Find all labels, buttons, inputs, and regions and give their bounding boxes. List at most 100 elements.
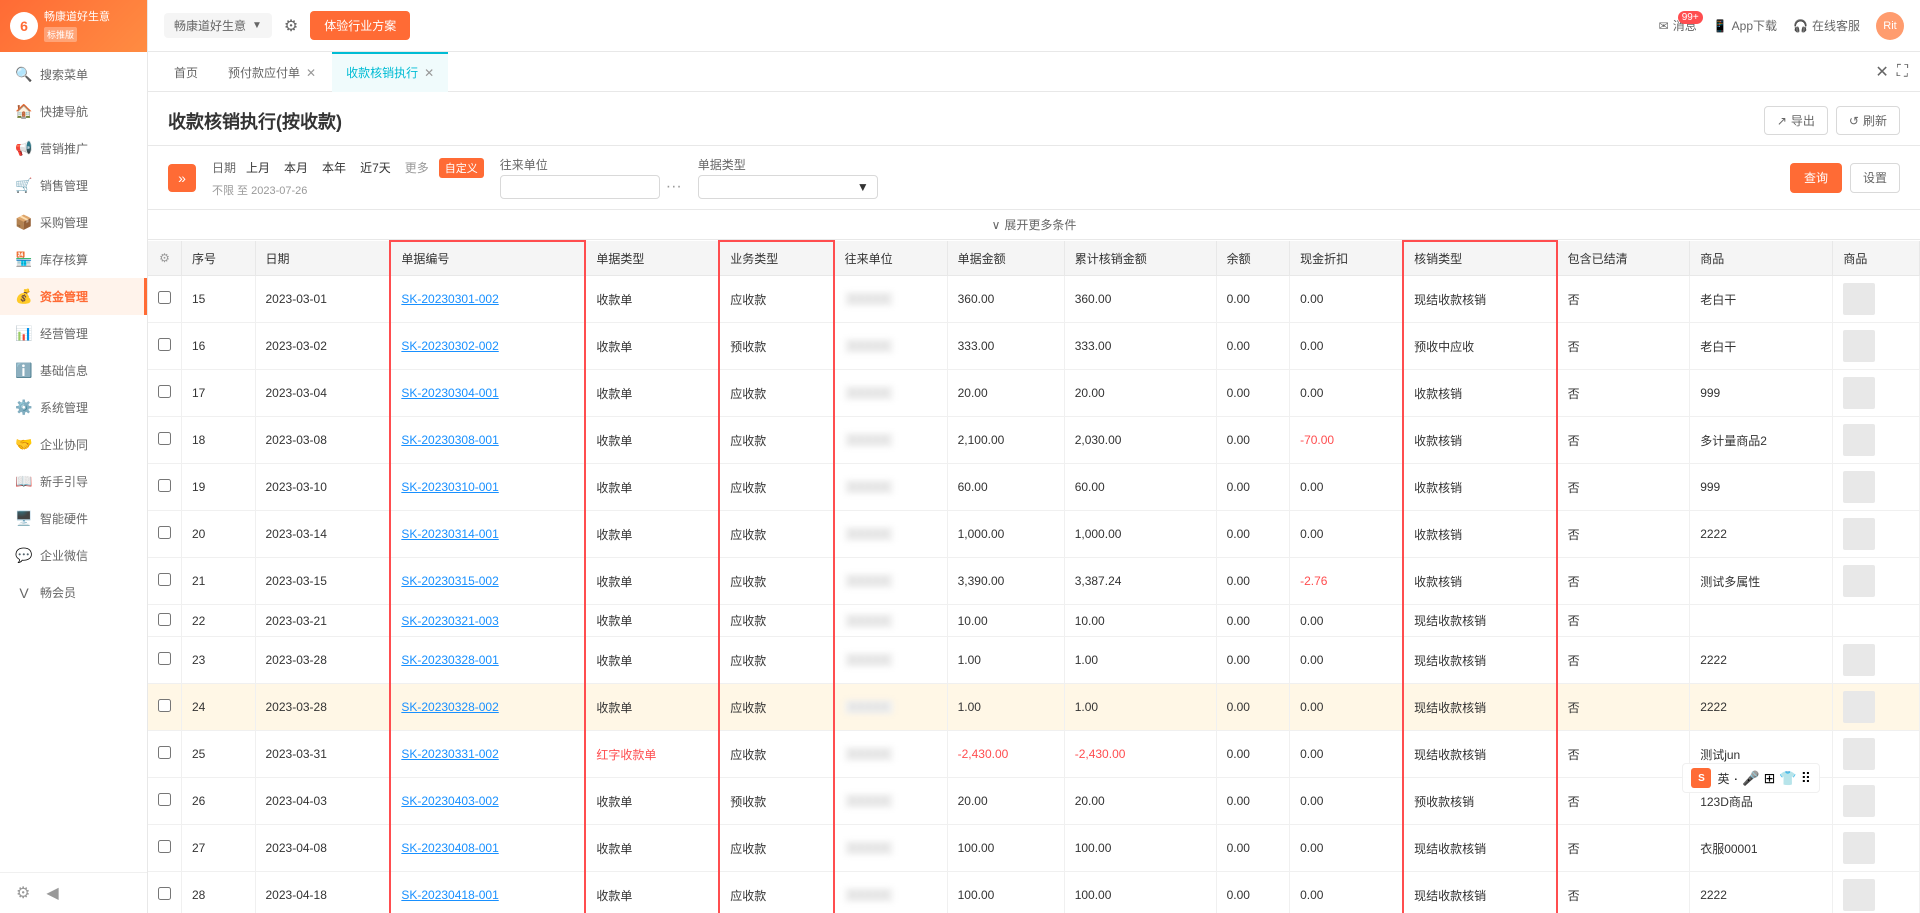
row-checkbox[interactable] bbox=[158, 526, 171, 539]
cell-checkbox[interactable] bbox=[148, 464, 182, 511]
topbar-gear-icon[interactable]: ⚙ bbox=[284, 16, 298, 36]
cell-checkbox[interactable] bbox=[148, 511, 182, 558]
row-checkbox[interactable] bbox=[158, 432, 171, 445]
partner-value: XXXXX bbox=[845, 888, 893, 902]
doc-no-link[interactable]: SK-20230331-002 bbox=[401, 747, 498, 761]
tab-collection[interactable]: 收款核销执行 ✕ bbox=[332, 52, 448, 92]
tab-home[interactable]: 首页 bbox=[160, 52, 212, 92]
cell-cancel-type: 现结收款核销 bbox=[1403, 872, 1557, 913]
partner-input[interactable] bbox=[500, 175, 660, 199]
doc-no-link[interactable]: SK-20230321-003 bbox=[401, 614, 498, 628]
sidebar-item-system[interactable]: ⚙️ 系统管理 bbox=[0, 389, 147, 426]
date-this-month[interactable]: 本月 bbox=[280, 157, 312, 178]
partner-dots[interactable]: ··· bbox=[666, 178, 682, 196]
fullscreen-icon[interactable]: ⛶ bbox=[1897, 63, 1908, 81]
doc-no-link[interactable]: SK-20230403-002 bbox=[401, 794, 498, 808]
close-all-tabs-icon[interactable]: ✕ bbox=[1875, 62, 1888, 82]
cell-checkbox[interactable] bbox=[148, 872, 182, 913]
sidebar-item-finance[interactable]: 💰 资金管理 bbox=[0, 278, 147, 315]
row-checkbox[interactable] bbox=[158, 793, 171, 806]
col-header-biz-type: 业务类型 bbox=[719, 241, 833, 276]
cell-checkbox[interactable] bbox=[148, 417, 182, 464]
refresh-button[interactable]: ↺ 刷新 bbox=[1836, 106, 1900, 135]
row-checkbox[interactable] bbox=[158, 652, 171, 665]
cell-checkbox[interactable] bbox=[148, 825, 182, 872]
online-service-button[interactable]: 🎧 在线客服 bbox=[1793, 17, 1860, 34]
doc-no-link[interactable]: SK-20230310-001 bbox=[401, 480, 498, 494]
date-7days[interactable]: 近7天 bbox=[356, 157, 395, 178]
solution-button[interactable]: 体验行业方案 bbox=[310, 11, 410, 40]
row-checkbox[interactable] bbox=[158, 385, 171, 398]
company-selector[interactable]: 畅康道好生意 ▼ bbox=[164, 13, 272, 38]
sidebar-item-search[interactable]: 🔍 搜索菜单 bbox=[0, 56, 147, 93]
doc-no-link[interactable]: SK-20230328-001 bbox=[401, 653, 498, 667]
doc-no-link[interactable]: SK-20230302-002 bbox=[401, 339, 498, 353]
date-more[interactable]: 更多 bbox=[401, 157, 433, 178]
cell-checkbox[interactable] bbox=[148, 558, 182, 605]
tab-prepay-close[interactable]: ✕ bbox=[306, 66, 316, 80]
sidebar-item-guide[interactable]: 📖 新手引导 bbox=[0, 463, 147, 500]
sidebar-item-basic[interactable]: ℹ️ 基础信息 bbox=[0, 352, 147, 389]
cell-checkbox[interactable] bbox=[148, 323, 182, 370]
doc-no-link[interactable]: SK-20230315-002 bbox=[401, 574, 498, 588]
date-this-year[interactable]: 本年 bbox=[318, 157, 350, 178]
row-checkbox[interactable] bbox=[158, 840, 171, 853]
cell-product-img bbox=[1833, 511, 1920, 558]
cell-checkbox[interactable] bbox=[148, 605, 182, 637]
cell-checkbox[interactable] bbox=[148, 778, 182, 825]
tab-collection-close[interactable]: ✕ bbox=[424, 66, 434, 80]
sidebar-item-sales[interactable]: 🛒 销售管理 bbox=[0, 167, 147, 204]
cell-checkbox[interactable] bbox=[148, 731, 182, 778]
cell-checkbox[interactable] bbox=[148, 276, 182, 323]
sidebar-item-hardware[interactable]: 🖥️ 智能硬件 bbox=[0, 500, 147, 537]
sidebar-item-operations[interactable]: 📊 经营管理 bbox=[0, 315, 147, 352]
filter-toggle-button[interactable]: » bbox=[168, 164, 196, 192]
sidebar-item-quicknav[interactable]: 🏠 快捷导航 bbox=[0, 93, 147, 130]
expand-conditions-button[interactable]: ∨ 展开更多条件 bbox=[992, 216, 1077, 233]
sidebar-item-inventory[interactable]: 🏪 库存核算 bbox=[0, 241, 147, 278]
row-checkbox[interactable] bbox=[158, 699, 171, 712]
sidebar-item-enterprise[interactable]: 🤝 企业协同 bbox=[0, 426, 147, 463]
sidebar-icon-operations: 📊 bbox=[16, 326, 32, 342]
doc-no-link[interactable]: SK-20230408-001 bbox=[401, 841, 498, 855]
cell-checkbox[interactable] bbox=[148, 637, 182, 684]
row-checkbox[interactable] bbox=[158, 479, 171, 492]
cell-checkbox[interactable] bbox=[148, 370, 182, 417]
chevron-down-icon3: ∨ bbox=[992, 218, 1001, 232]
tab-prepay[interactable]: 预付款应付单 ✕ bbox=[214, 52, 330, 92]
doc-no-link[interactable]: SK-20230418-001 bbox=[401, 888, 498, 902]
message-button[interactable]: ✉ 消息 99+ bbox=[1659, 17, 1697, 34]
row-checkbox[interactable] bbox=[158, 746, 171, 759]
cell-checkbox[interactable] bbox=[148, 684, 182, 731]
doc-no-link[interactable]: SK-20230314-001 bbox=[401, 527, 498, 541]
export-button[interactable]: ↗ 导出 bbox=[1764, 106, 1828, 135]
row-checkbox[interactable] bbox=[158, 338, 171, 351]
query-button[interactable]: 查询 bbox=[1790, 163, 1842, 193]
date-custom-btn[interactable]: 自定义 bbox=[439, 158, 484, 178]
sidebar-item-member[interactable]: V 畅会员 bbox=[0, 574, 147, 611]
collapse-icon[interactable]: ◀ bbox=[46, 883, 58, 903]
user-avatar[interactable]: Rit bbox=[1876, 12, 1904, 40]
app-download-button[interactable]: 📱 App下载 bbox=[1713, 17, 1777, 34]
cell-include-settled: 否 bbox=[1557, 511, 1690, 558]
row-checkbox[interactable] bbox=[158, 613, 171, 626]
doc-no-link[interactable]: SK-20230308-001 bbox=[401, 433, 498, 447]
col-header-settings[interactable]: ⚙ bbox=[148, 241, 182, 276]
doc-no-link[interactable]: SK-20230304-001 bbox=[401, 386, 498, 400]
date-last-month[interactable]: 上月 bbox=[242, 157, 274, 178]
row-checkbox[interactable] bbox=[158, 887, 171, 900]
sidebar-icon-marketing: 📢 bbox=[16, 141, 32, 157]
cell-cancel-type: 现结收款核销 bbox=[1403, 731, 1557, 778]
settings-filter-button[interactable]: 设置 bbox=[1850, 163, 1900, 193]
row-checkbox[interactable] bbox=[158, 573, 171, 586]
settings-footer-icon[interactable]: ⚙ bbox=[16, 883, 30, 903]
row-checkbox[interactable] bbox=[158, 291, 171, 304]
sidebar-item-wechat[interactable]: 💬 企业微信 bbox=[0, 537, 147, 574]
sidebar-item-purchase[interactable]: 📦 采购管理 bbox=[0, 204, 147, 241]
sidebar-item-marketing[interactable]: 📢 营销推广 bbox=[0, 130, 147, 167]
doc-type-select[interactable]: ▼ bbox=[698, 175, 878, 199]
cell-num: 27 bbox=[182, 825, 256, 872]
doc-no-link[interactable]: SK-20230301-002 bbox=[401, 292, 498, 306]
cell-cumulative: 1.00 bbox=[1064, 637, 1216, 684]
doc-no-link[interactable]: SK-20230328-002 bbox=[401, 700, 498, 714]
